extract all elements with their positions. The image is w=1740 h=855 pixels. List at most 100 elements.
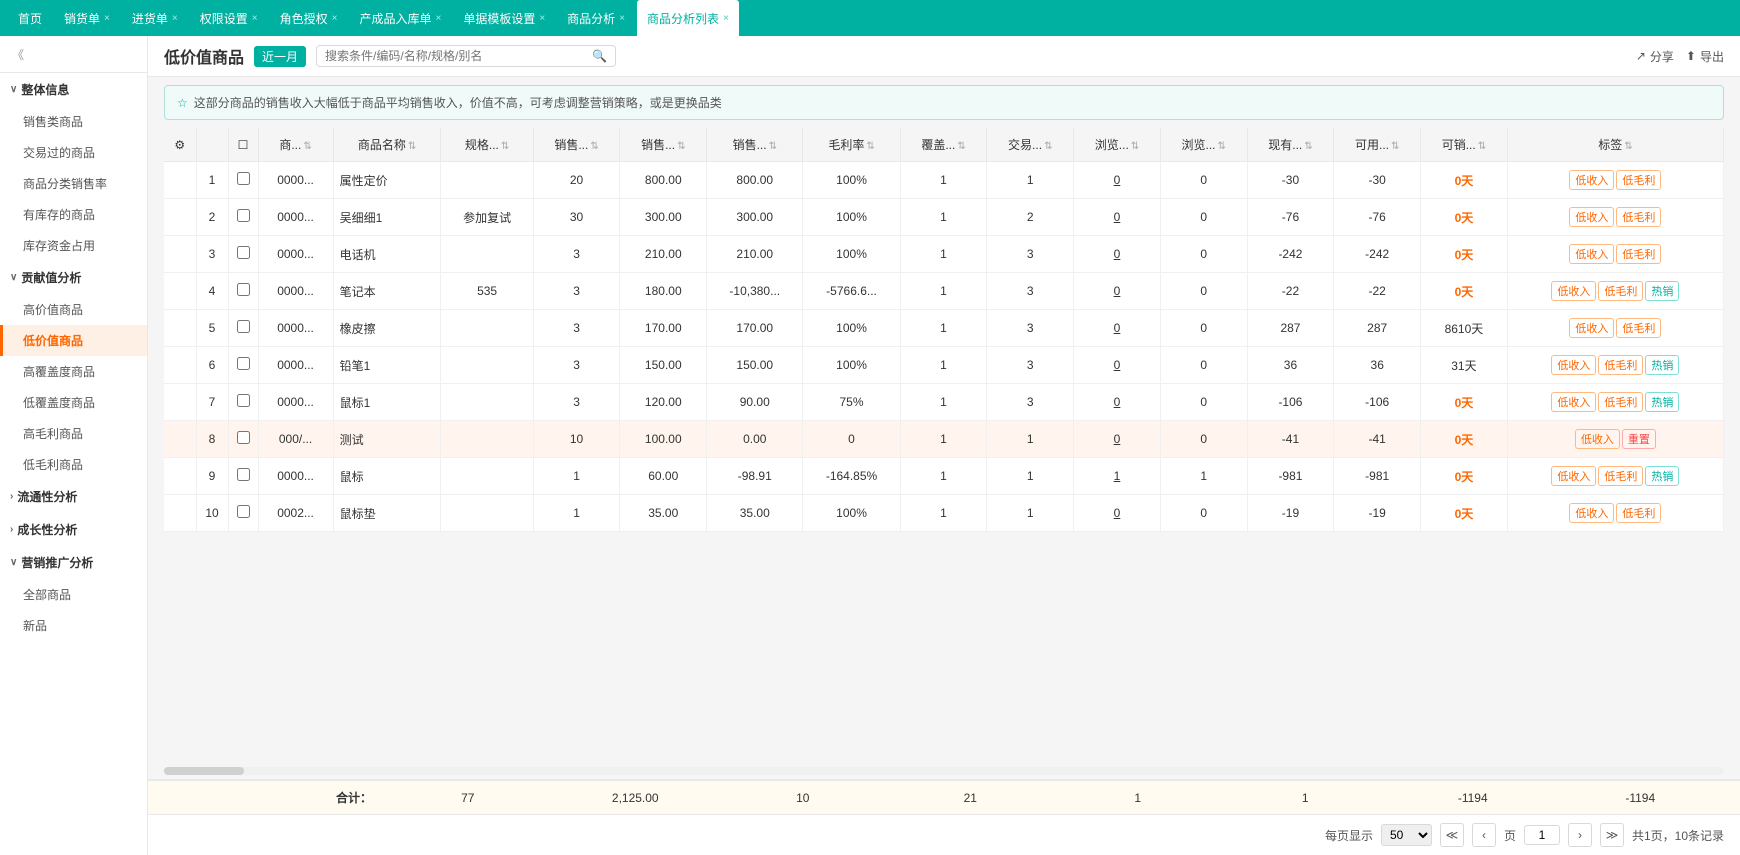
cell-check[interactable] [228, 421, 258, 458]
footer-sales-qty: 77 [384, 791, 552, 805]
view1-link[interactable]: 0 [1114, 247, 1121, 261]
nav-goods-analysis-list[interactable]: 商品分析列表 × [637, 0, 739, 36]
sidebar-item-low-value[interactable]: 低价值商品 [0, 325, 147, 356]
col-sales-amount[interactable]: 销售...⇅ [707, 128, 803, 162]
filter-tag-recent-month[interactable]: 近一月 [254, 46, 306, 67]
close-icon[interactable]: × [619, 13, 625, 24]
cell-gear [164, 310, 196, 347]
sidebar-item-all-goods[interactable]: 全部商品 [0, 579, 147, 610]
view1-link[interactable]: 0 [1114, 395, 1121, 409]
view1-link[interactable]: 1 [1114, 469, 1121, 483]
view1-link[interactable]: 0 [1114, 284, 1121, 298]
cell-view2: 0 [1160, 310, 1247, 347]
col-check[interactable]: ☐ [228, 128, 258, 162]
cell-check[interactable] [228, 273, 258, 310]
search-icon[interactable]: 🔍 [592, 49, 607, 63]
cell-gear [164, 384, 196, 421]
cell-check[interactable] [228, 199, 258, 236]
view1-link[interactable]: 0 [1114, 321, 1121, 335]
col-available[interactable]: 可用...⇅ [1334, 128, 1421, 162]
sidebar-item-low-profit[interactable]: 低毛利商品 [0, 449, 147, 480]
sidebar-group-contribution[interactable]: ∨ 贡献值分析 [0, 261, 147, 294]
sidebar-item-sales-goods[interactable]: 销售类商品 [0, 106, 147, 137]
sidebar-item-new-goods[interactable]: 新品 [0, 610, 147, 641]
export-button[interactable]: ⬆ 导出 [1686, 48, 1724, 65]
cell-tags: 低收入低毛利 [1507, 495, 1723, 532]
sidebar-item-traded-goods[interactable]: 交易过的商品 [0, 137, 147, 168]
view1-link[interactable]: 0 [1114, 358, 1121, 372]
nav-purchase-order[interactable]: 进货单 × [122, 0, 188, 36]
search-input[interactable] [325, 49, 586, 63]
nav-role-auth[interactable]: 角色授权 × [270, 0, 348, 36]
view1-link[interactable]: 0 [1114, 210, 1121, 224]
sidebar-item-low-coverage[interactable]: 低覆盖度商品 [0, 387, 147, 418]
next-page-button[interactable]: › [1568, 823, 1592, 847]
scrollbar-thumb[interactable] [164, 767, 244, 775]
cell-sales-qty: 1 [533, 458, 620, 495]
last-page-button[interactable]: ≫ [1600, 823, 1624, 847]
horizontal-scrollbar[interactable] [164, 767, 1724, 775]
close-icon[interactable]: × [172, 13, 178, 24]
view1-link[interactable]: 0 [1114, 432, 1121, 446]
cell-check[interactable] [228, 162, 258, 199]
col-gross-margin[interactable]: 毛利率⇅ [803, 128, 900, 162]
sidebar-item-high-value[interactable]: 高价值商品 [0, 294, 147, 325]
col-saleable[interactable]: 可销...⇅ [1421, 128, 1508, 162]
tag-badge: 低收入 [1575, 429, 1620, 449]
close-icon[interactable]: × [332, 13, 338, 24]
prev-page-button[interactable]: ‹ [1472, 823, 1496, 847]
cell-check[interactable] [228, 347, 258, 384]
view1-link[interactable]: 0 [1114, 506, 1121, 520]
sidebar-group-marketing[interactable]: ∨ 营销推广分析 [0, 546, 147, 579]
close-icon[interactable]: × [252, 13, 258, 24]
cell-available: 36 [1334, 347, 1421, 384]
nav-sales-order[interactable]: 销货单 × [54, 0, 120, 36]
sidebar-group-circulation[interactable]: › 流通性分析 [0, 480, 147, 513]
cell-check[interactable] [228, 495, 258, 532]
sidebar-item-stock-capital[interactable]: 库存资金占用 [0, 230, 147, 261]
nav-goods-analysis[interactable]: 商品分析 × [557, 0, 635, 36]
cell-view1: 0 [1074, 310, 1161, 347]
col-gear[interactable]: ⚙ [164, 128, 196, 162]
sidebar-item-high-profit[interactable]: 高毛利商品 [0, 418, 147, 449]
col-view2[interactable]: 浏览...⇅ [1160, 128, 1247, 162]
view1-link[interactable]: 0 [1114, 173, 1121, 187]
collapse-button[interactable]: 《 [8, 44, 28, 64]
cell-gear [164, 347, 196, 384]
sidebar-group-growth[interactable]: › 成长性分析 [0, 513, 147, 546]
table-header-row: ⚙ ☐ 商...⇅ 商品名称⇅ 规格...⇅ 销售...⇅ 销售...⇅ 销售.… [164, 128, 1724, 162]
cell-check[interactable] [228, 458, 258, 495]
col-spec[interactable]: 规格...⇅ [441, 128, 533, 162]
nav-home[interactable]: 首页 [8, 0, 52, 36]
col-code[interactable]: 商...⇅ [258, 128, 333, 162]
cell-sales-price: 180.00 [620, 273, 707, 310]
col-view1[interactable]: 浏览...⇅ [1074, 128, 1161, 162]
sidebar-item-stocked-goods[interactable]: 有库存的商品 [0, 199, 147, 230]
cell-check[interactable] [228, 236, 258, 273]
col-coverage[interactable]: 覆盖...⇅ [900, 128, 987, 162]
per-page-select[interactable]: 50 100 200 [1381, 824, 1432, 846]
close-icon[interactable]: × [104, 13, 110, 24]
nav-template[interactable]: 单据模板设置 × [453, 0, 555, 36]
col-name[interactable]: 商品名称⇅ [333, 128, 441, 162]
footer-cells: 77 2,125.00 10 21 1 1 -1194 -1194 [384, 791, 1724, 805]
close-icon[interactable]: × [435, 13, 441, 24]
nav-production[interactable]: 产成品入库单 × [349, 0, 451, 36]
col-trade[interactable]: 交易...⇅ [987, 128, 1074, 162]
col-sales-price[interactable]: 销售...⇅ [620, 128, 707, 162]
close-icon[interactable]: × [539, 13, 545, 24]
sidebar-item-category-sales-rate[interactable]: 商品分类销售率 [0, 168, 147, 199]
sidebar-group-overview[interactable]: ∨ 整体信息 [0, 73, 147, 106]
close-icon[interactable]: × [723, 13, 729, 24]
cell-check[interactable] [228, 310, 258, 347]
share-button[interactable]: ↗ 分享 [1636, 48, 1674, 65]
cell-check[interactable] [228, 384, 258, 421]
nav-permission[interactable]: 权限设置 × [190, 0, 268, 36]
col-sales-qty[interactable]: 销售...⇅ [533, 128, 620, 162]
first-page-button[interactable]: ≪ [1440, 823, 1464, 847]
col-current[interactable]: 现有...⇅ [1247, 128, 1334, 162]
sidebar: 《 ∨ 整体信息 销售类商品 交易过的商品 商品分类销售率 有库存的商品 库存资… [0, 36, 148, 855]
col-tags[interactable]: 标签⇅ [1507, 128, 1723, 162]
sidebar-item-high-coverage[interactable]: 高覆盖度商品 [0, 356, 147, 387]
page-number-input[interactable] [1524, 825, 1560, 845]
